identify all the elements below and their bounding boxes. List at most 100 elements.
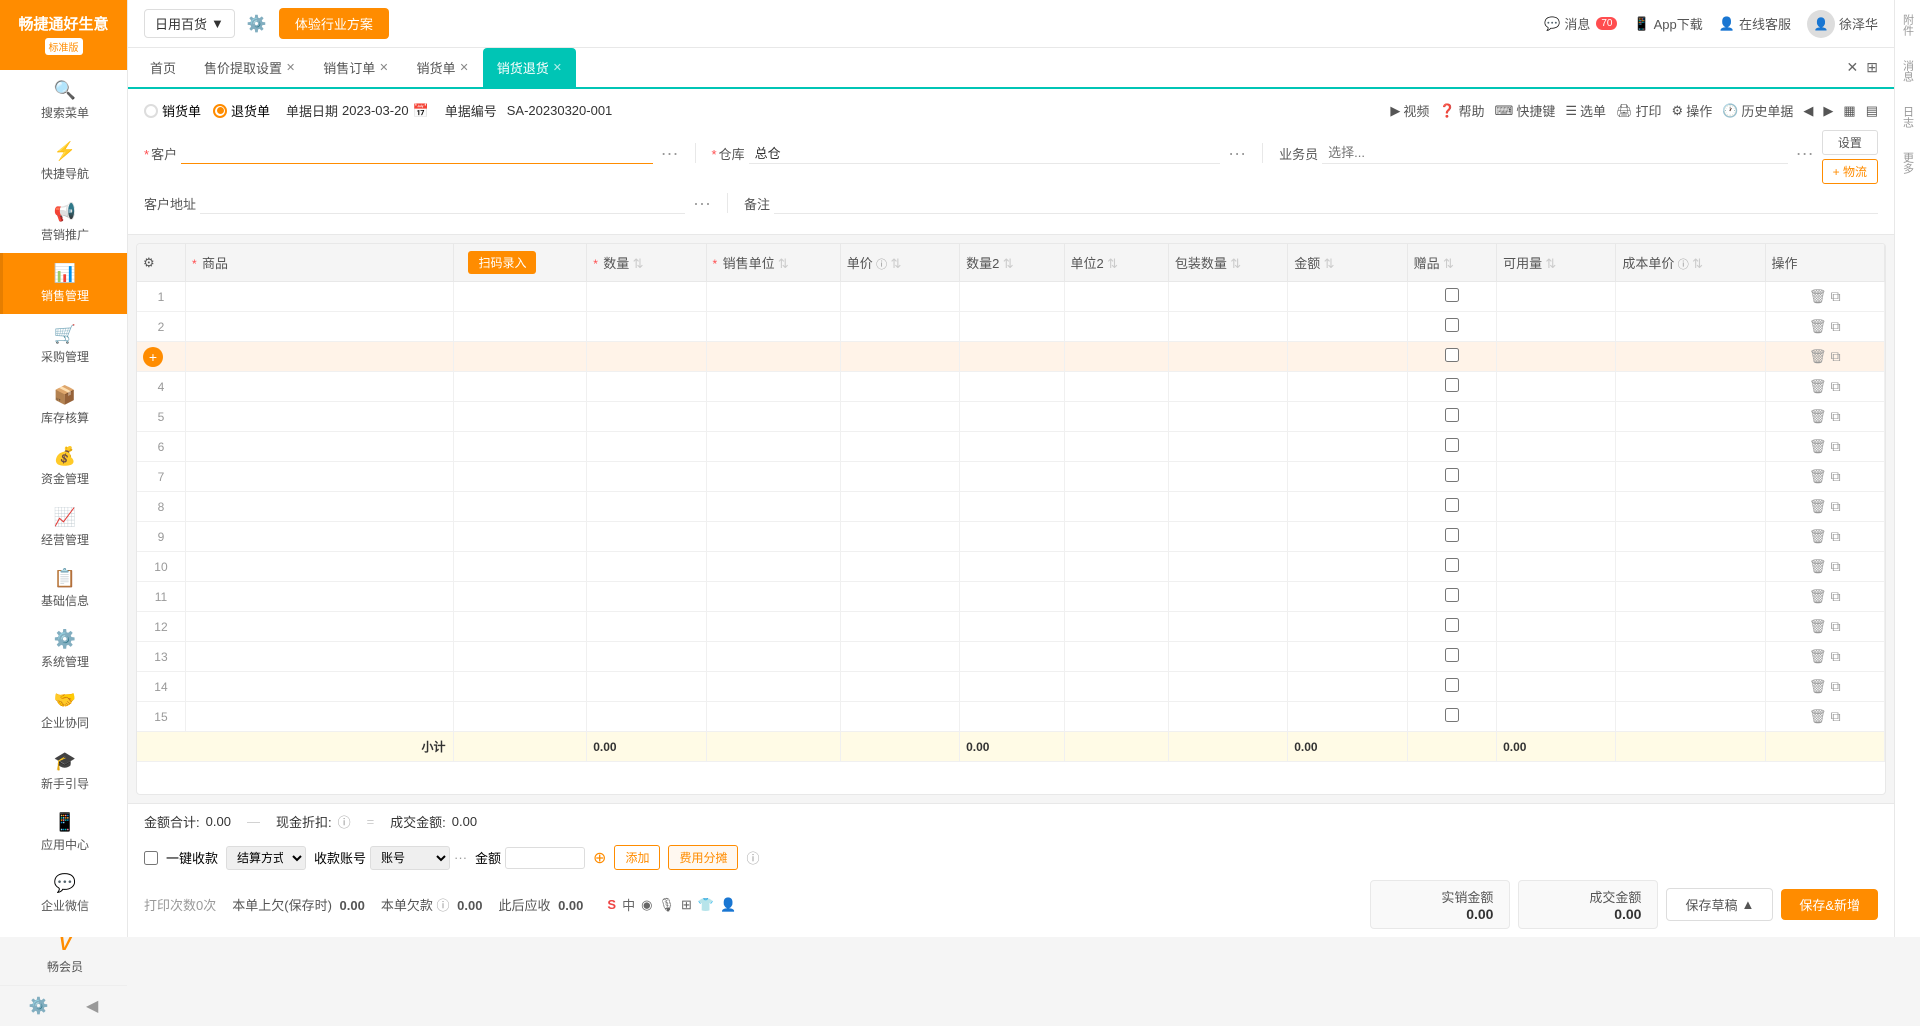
cell-goods[interactable] [185, 582, 453, 612]
sidebar-item-wechat[interactable]: 💬 企业微信 [0, 863, 127, 924]
tab-close-icon[interactable]: ✕ [286, 61, 295, 74]
cell-available[interactable] [1497, 582, 1616, 612]
cell-amount[interactable] [1288, 402, 1407, 432]
cell-qty[interactable] [587, 342, 706, 372]
cell-unit[interactable] [706, 342, 840, 372]
tool-icon-5[interactable]: 👕 [698, 897, 714, 913]
amount-input[interactable] [505, 847, 585, 869]
cell-amount[interactable] [1288, 312, 1407, 342]
cell-available[interactable] [1497, 612, 1616, 642]
warehouse-input[interactable] [749, 142, 1220, 164]
cell-qty[interactable] [587, 642, 706, 672]
cell-goods[interactable] [185, 402, 453, 432]
cell-gift[interactable] [1407, 642, 1496, 672]
cell-goods[interactable] [185, 702, 453, 732]
cell-goods[interactable] [185, 462, 453, 492]
cell-pkg-qty[interactable] [1168, 492, 1287, 522]
settings-bottom-icon[interactable]: ⚙️ [29, 996, 49, 1016]
gift-checkbox[interactable] [1445, 288, 1459, 302]
save-draft-btn[interactable]: 保存草稿 ▲ [1666, 888, 1773, 921]
gift-checkbox[interactable] [1445, 318, 1459, 332]
cell-goods[interactable] [185, 672, 453, 702]
list-view-icon[interactable]: ▦ [1843, 103, 1855, 119]
copy-row-icon[interactable]: ⧉ [1831, 468, 1841, 485]
cell-price[interactable] [840, 282, 959, 312]
delete-row-icon[interactable]: 🗑 [1809, 528, 1827, 545]
delete-row-icon[interactable]: 🗑 [1809, 318, 1827, 335]
copy-row-icon[interactable]: ⧉ [1831, 558, 1841, 575]
delete-row-icon[interactable]: 🗑 [1809, 348, 1827, 365]
settings-icon[interactable]: ⚙ [143, 255, 155, 270]
cell-unit2[interactable] [1064, 282, 1168, 312]
tool-icon-2[interactable]: ◉ [641, 897, 652, 913]
tab-sales-return[interactable]: 销货退货 ✕ [483, 48, 576, 89]
cell-qty[interactable] [587, 372, 706, 402]
stat2-info[interactable]: ⓘ [436, 898, 449, 913]
cell-price[interactable] [840, 372, 959, 402]
cell-qty2[interactable] [960, 612, 1064, 642]
tool-icon-4[interactable]: ⊞ [681, 897, 692, 913]
cell-unit[interactable] [706, 282, 840, 312]
cell-goods[interactable] [185, 432, 453, 462]
tab-close-icon[interactable]: ✕ [379, 61, 388, 74]
cell-unit2[interactable] [1064, 642, 1168, 672]
cell-pkg-qty[interactable] [1168, 582, 1287, 612]
cell-unit[interactable] [706, 582, 840, 612]
sidebar-item-inventory[interactable]: 📦 库存核算 [0, 375, 127, 436]
cell-unit2[interactable] [1064, 522, 1168, 552]
cell-available[interactable] [1497, 342, 1616, 372]
cell-available[interactable] [1497, 282, 1616, 312]
cell-qty2[interactable] [960, 402, 1064, 432]
cell-goods[interactable] [185, 522, 453, 552]
cost-info-icon[interactable]: ⓘ [1678, 259, 1689, 271]
copy-row-icon[interactable]: ⧉ [1831, 588, 1841, 605]
cell-available[interactable] [1497, 402, 1616, 432]
cell-price[interactable] [840, 462, 959, 492]
gift-checkbox[interactable] [1445, 708, 1459, 722]
gift-checkbox[interactable] [1445, 348, 1459, 362]
sidebar-item-marketing[interactable]: 📢 营销推广 [0, 192, 127, 253]
cell-pkg-qty[interactable] [1168, 552, 1287, 582]
fee-info-icon[interactable]: ⓘ [746, 848, 759, 867]
cell-unit[interactable] [706, 672, 840, 702]
tab-close-icon[interactable]: ✕ [460, 61, 469, 74]
copy-row-icon[interactable]: ⧉ [1831, 618, 1841, 635]
cell-amount[interactable] [1288, 582, 1407, 612]
warehouse-dots[interactable]: ··· [1228, 143, 1246, 164]
cell-qty[interactable] [587, 522, 706, 552]
user-profile-item[interactable]: 👤 徐泽华 [1807, 10, 1878, 38]
cell-qty2[interactable] [960, 342, 1064, 372]
cell-qty2[interactable] [960, 642, 1064, 672]
message-icon-item[interactable]: 💬 消息 70 [1544, 14, 1617, 33]
cell-gift[interactable] [1407, 552, 1496, 582]
cell-amount[interactable] [1288, 702, 1407, 732]
copy-row-icon[interactable]: ⧉ [1831, 498, 1841, 515]
payment-method-select[interactable]: 结算方式 [226, 846, 306, 870]
gift-checkbox[interactable] [1445, 378, 1459, 392]
cell-qty2[interactable] [960, 372, 1064, 402]
cell-amount[interactable] [1288, 282, 1407, 312]
remark-input[interactable] [774, 192, 1878, 214]
gift-checkbox[interactable] [1445, 438, 1459, 452]
experience-btn[interactable]: 体验行业方案 [279, 8, 389, 39]
cell-qty2[interactable] [960, 462, 1064, 492]
cell-gift[interactable] [1407, 672, 1496, 702]
tool-icon-6[interactable]: 👤 [720, 897, 736, 913]
cell-qty[interactable] [587, 552, 706, 582]
cell-unit[interactable] [706, 522, 840, 552]
cell-unit2[interactable] [1064, 612, 1168, 642]
action-select[interactable]: ☰ 选单 [1565, 101, 1606, 120]
account-dots[interactable]: ··· [454, 850, 467, 865]
copy-row-icon[interactable]: ⧉ [1831, 708, 1841, 725]
copy-row-icon[interactable]: ⧉ [1831, 528, 1841, 545]
cell-pkg-qty[interactable] [1168, 642, 1287, 672]
cell-unit2[interactable] [1064, 372, 1168, 402]
cell-goods[interactable] [185, 312, 453, 342]
sidebar-item-system[interactable]: ⚙️ 系统管理 [0, 619, 127, 680]
cell-qty2[interactable] [960, 312, 1064, 342]
cell-goods[interactable] [185, 342, 453, 372]
sidebar-item-basic[interactable]: 📋 基础信息 [0, 558, 127, 619]
copy-row-icon[interactable]: ⧉ [1831, 678, 1841, 695]
sidebar-item-appstore[interactable]: 📱 应用中心 [0, 802, 127, 863]
cell-gift[interactable] [1407, 582, 1496, 612]
